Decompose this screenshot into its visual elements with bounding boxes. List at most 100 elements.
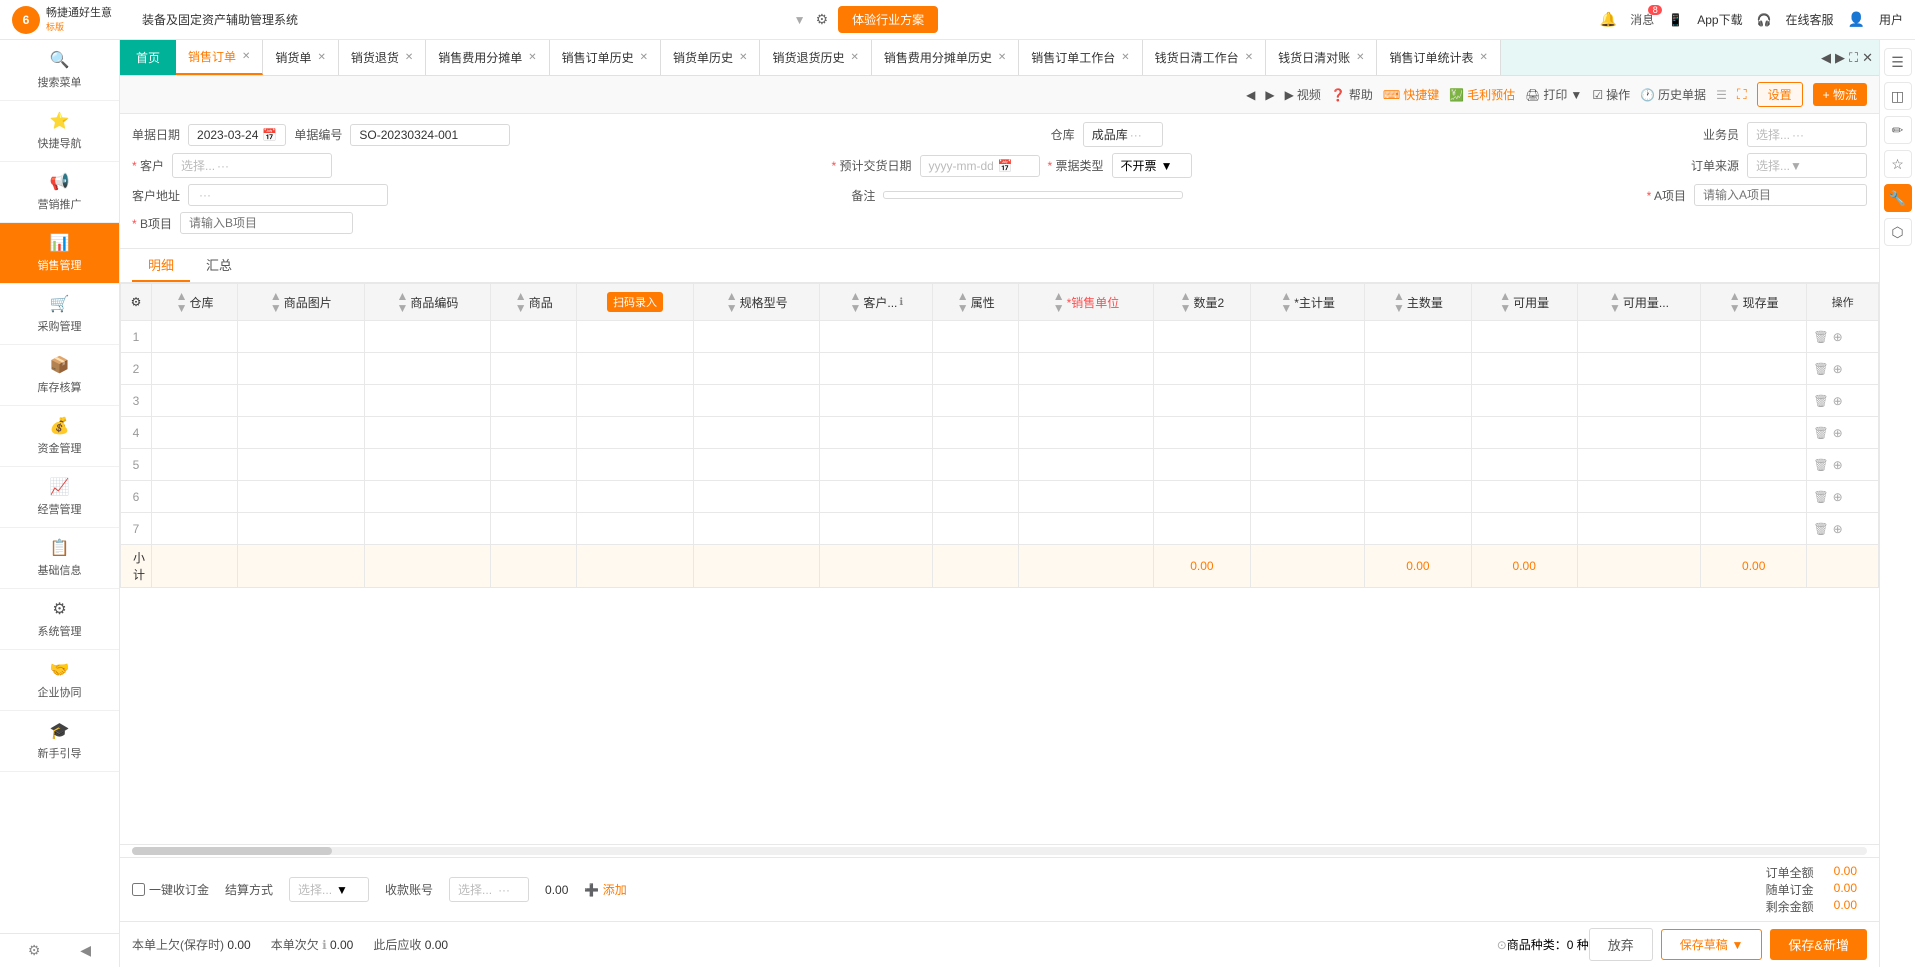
table-cell[interactable] <box>577 513 694 545</box>
tab-close-sales-order[interactable]: ✕ <box>242 51 250 62</box>
row-delete-icon[interactable]: 🗑 <box>1813 522 1828 536</box>
row-delete-icon[interactable]: 🗑 <box>1813 362 1828 376</box>
toolbar-print[interactable]: 🖨 打印 ▼ <box>1525 86 1582 103</box>
industry-btn[interactable]: 体验行业方案 <box>838 6 938 33</box>
sidebar-item-operations[interactable]: 📈 经营管理 <box>0 467 119 528</box>
dropdown-arrow-icon[interactable]: ▼ <box>794 13 806 27</box>
sidebar-item-system[interactable]: ⚙ 系统管理 <box>0 589 119 650</box>
save-new-button[interactable]: 保存&新增 <box>1770 929 1867 960</box>
tab-close-all-icon[interactable]: ✕ <box>1862 50 1873 66</box>
table-cell[interactable] <box>1153 449 1250 481</box>
table-cell[interactable] <box>491 417 577 449</box>
delivery-input[interactable]: yyyy-mm-dd 📅 <box>920 155 1040 177</box>
right-panel-btn-4[interactable]: ☆ <box>1884 150 1912 178</box>
table-cell[interactable] <box>1471 385 1577 417</box>
avail2-sort-icon[interactable]: ▲▼ <box>1609 290 1621 314</box>
row-action-cell[interactable]: 🗑⊕ <box>1807 353 1879 385</box>
tab-order-workbench[interactable]: 销售订单工作台 ✕ <box>1019 40 1142 75</box>
row-action-cell[interactable]: 🗑⊕ <box>1807 481 1879 513</box>
tab-sales-return[interactable]: 销货退货 ✕ <box>339 40 426 75</box>
calendar2-icon[interactable]: 📅 <box>998 159 1013 173</box>
note-input[interactable] <box>883 191 1183 199</box>
right-panel-btn-1[interactable]: ☰ <box>1884 48 1912 76</box>
table-cell[interactable] <box>933 513 1019 545</box>
table-cell[interactable] <box>577 417 694 449</box>
tab-fullscreen-icon[interactable]: ⛶ <box>1849 50 1858 66</box>
row-action-cell[interactable]: 🗑⊕ <box>1807 385 1879 417</box>
table-cell[interactable] <box>1153 385 1250 417</box>
table-cell[interactable] <box>1577 353 1700 385</box>
table-cell[interactable] <box>1251 353 1365 385</box>
table-cell[interactable] <box>491 481 577 513</box>
table-cell[interactable] <box>1251 417 1365 449</box>
tab-sales-history[interactable]: 销售订单历史 ✕ <box>550 40 661 75</box>
table-cell[interactable] <box>820 353 933 385</box>
table-cell[interactable] <box>491 321 577 353</box>
table-cell[interactable] <box>577 321 694 353</box>
table-cell[interactable] <box>1019 353 1153 385</box>
table-cell[interactable] <box>1365 353 1471 385</box>
table-cell[interactable] <box>820 449 933 481</box>
table-cell[interactable] <box>693 321 820 353</box>
table-cell[interactable] <box>933 417 1019 449</box>
tab-close-stats[interactable]: ✕ <box>1480 52 1488 63</box>
sidebar-item-finance[interactable]: 💰 资金管理 <box>0 406 119 467</box>
table-cell[interactable] <box>1019 513 1153 545</box>
table-cell[interactable] <box>238 417 365 449</box>
payment-method-select[interactable]: 选择... ▼ <box>289 877 369 902</box>
table-cell[interactable] <box>152 385 238 417</box>
number-input[interactable]: SO-20230324-001 <box>350 124 510 146</box>
row-delete-icon[interactable]: 🗑 <box>1813 330 1828 344</box>
notification-area[interactable]: 🔔 8 消息 <box>1600 11 1654 28</box>
column-settings-icon[interactable]: ⚙ <box>131 295 142 309</box>
tab-next-icon[interactable]: ▶ <box>1835 50 1845 66</box>
table-cell[interactable] <box>1153 321 1250 353</box>
table-cell[interactable] <box>1365 513 1471 545</box>
toolbar-help[interactable]: ❓ 帮助 <box>1331 86 1373 103</box>
table-cell[interactable] <box>1019 481 1153 513</box>
table-cell[interactable] <box>1471 417 1577 449</box>
row-copy-icon[interactable]: ⊕ <box>1833 426 1843 440</box>
online-service-link[interactable]: 在线客服 <box>1786 11 1834 28</box>
custcode-info-icon[interactable]: ℹ <box>899 297 903 308</box>
table-cell[interactable] <box>1471 353 1577 385</box>
calendar-icon[interactable]: 📅 <box>262 128 277 142</box>
toolbar-profit[interactable]: 💹 毛利预估 <box>1449 86 1515 103</box>
tab-daily-reconcile[interactable]: 钱货日清对账 ✕ <box>1266 40 1377 75</box>
table-cell[interactable] <box>820 513 933 545</box>
table-cell[interactable] <box>1019 417 1153 449</box>
table-cell[interactable] <box>1153 481 1250 513</box>
product-count-icon[interactable]: ⊙ <box>1497 938 1507 952</box>
table-cell[interactable] <box>364 481 491 513</box>
scan-button[interactable]: 扫码录入 <box>607 292 663 312</box>
table-cell[interactable] <box>238 481 365 513</box>
tab-close-sales-history[interactable]: ✕ <box>640 52 648 63</box>
row-delete-icon[interactable]: 🗑 <box>1813 394 1828 408</box>
table-cell[interactable] <box>364 321 491 353</box>
table-cell[interactable] <box>238 449 365 481</box>
project-b-input[interactable] <box>180 212 353 234</box>
add-payment-btn[interactable]: ➕ 添加 <box>584 881 626 898</box>
toolbar-shortcut[interactable]: ⌨ 快捷键 <box>1383 86 1439 103</box>
tab-sales-order[interactable]: 销售订单 ✕ <box>176 40 263 75</box>
tab-sales-fee[interactable]: 销售费用分摊单 ✕ <box>426 40 549 75</box>
table-cell[interactable] <box>364 385 491 417</box>
right-panel-btn-5[interactable]: 🔧 <box>1884 184 1912 212</box>
row-copy-icon[interactable]: ⊕ <box>1833 394 1843 408</box>
table-cell[interactable] <box>1471 321 1577 353</box>
mainqty-sort-icon[interactable]: ▲▼ <box>1393 290 1405 314</box>
table-cell[interactable] <box>1251 385 1365 417</box>
tab-close-return-history[interactable]: ✕ <box>850 52 858 63</box>
table-cell[interactable] <box>1471 481 1577 513</box>
table-cell[interactable] <box>152 449 238 481</box>
table-cell[interactable] <box>1365 385 1471 417</box>
table-cell[interactable] <box>693 417 820 449</box>
sidebar-item-base-info[interactable]: 📋 基础信息 <box>0 528 119 589</box>
table-cell[interactable] <box>491 449 577 481</box>
table-cell[interactable] <box>820 417 933 449</box>
table-cell[interactable] <box>152 321 238 353</box>
table-cell[interactable] <box>1365 481 1471 513</box>
table-cell[interactable] <box>1701 417 1807 449</box>
sidebar-item-sales[interactable]: 📊 销售管理 <box>0 223 119 284</box>
invoice-select[interactable]: 不开票 ▼ <box>1112 153 1192 178</box>
